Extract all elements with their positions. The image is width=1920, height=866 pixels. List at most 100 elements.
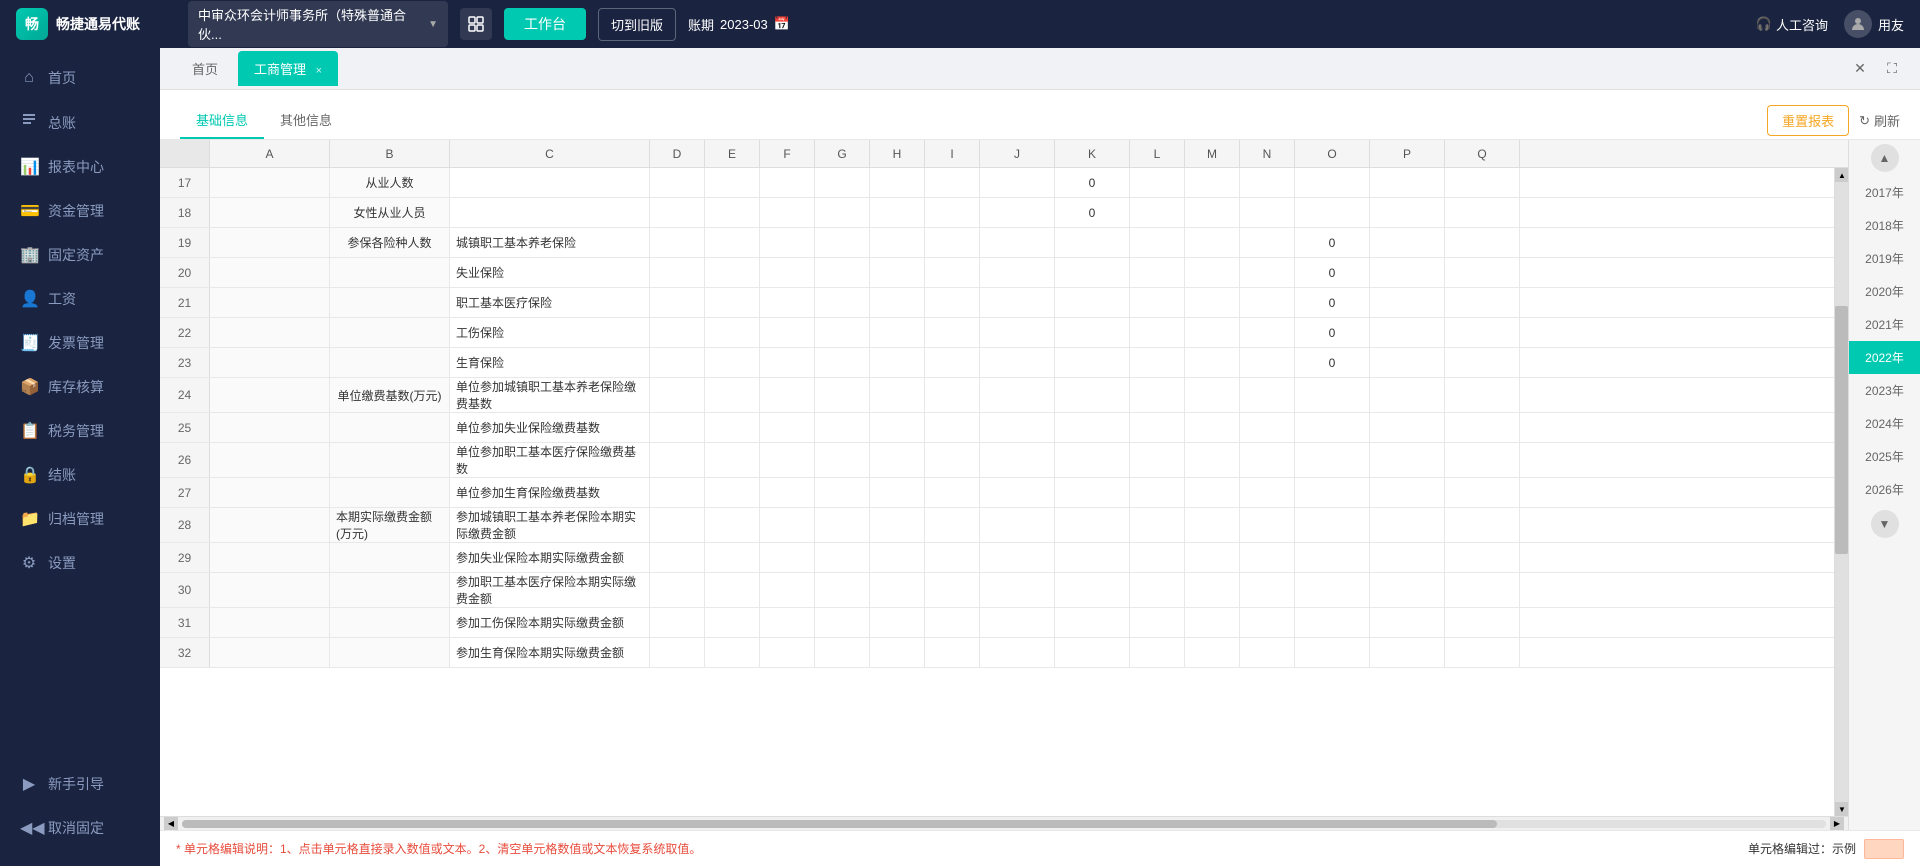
cell-23-C[interactable]: 生育保险 bbox=[450, 348, 650, 377]
cell-32-E[interactable] bbox=[705, 638, 760, 667]
sub-tab-other[interactable]: 其他信息 bbox=[264, 102, 348, 139]
cell-25-F[interactable] bbox=[760, 413, 815, 442]
cell-17-N[interactable] bbox=[1240, 168, 1295, 197]
cell-22-L[interactable] bbox=[1130, 318, 1185, 347]
cell-21-K[interactable] bbox=[1055, 288, 1130, 317]
cell-21-M[interactable] bbox=[1185, 288, 1240, 317]
year-item-2019[interactable]: 2019年 bbox=[1849, 242, 1920, 275]
cell-21-N[interactable] bbox=[1240, 288, 1295, 317]
cell-29-B[interactable] bbox=[330, 543, 450, 572]
sidebar-item-newbie[interactable]: ▶ 新手引导 bbox=[0, 762, 160, 806]
cell-19-P[interactable] bbox=[1370, 228, 1445, 257]
horizontal-scrollbar[interactable]: ◀ ▶ bbox=[160, 816, 1848, 830]
cell-24-N[interactable] bbox=[1240, 378, 1295, 412]
cell-31-F[interactable] bbox=[760, 608, 815, 637]
cell-29-C[interactable]: 参加失业保险本期实际缴费金额 bbox=[450, 543, 650, 572]
cell-30-A[interactable] bbox=[210, 573, 330, 607]
cell-18-C[interactable] bbox=[450, 198, 650, 227]
cell-20-C[interactable]: 失业保险 bbox=[450, 258, 650, 287]
cell-27-J[interactable] bbox=[980, 478, 1055, 507]
cell-27-M[interactable] bbox=[1185, 478, 1240, 507]
cell-18-G[interactable] bbox=[815, 198, 870, 227]
cell-32-L[interactable] bbox=[1130, 638, 1185, 667]
cell-24-D[interactable] bbox=[650, 378, 705, 412]
cell-25-K[interactable] bbox=[1055, 413, 1130, 442]
cell-21-A[interactable] bbox=[210, 288, 330, 317]
cell-22-E[interactable] bbox=[705, 318, 760, 347]
cell-21-Q[interactable] bbox=[1445, 288, 1520, 317]
cell-21-F[interactable] bbox=[760, 288, 815, 317]
year-scroll-up-btn[interactable]: ▲ bbox=[1871, 144, 1899, 172]
cell-24-A[interactable] bbox=[210, 378, 330, 412]
cell-19-M[interactable] bbox=[1185, 228, 1240, 257]
sidebar-item-inventory[interactable]: 📦 库存核算 bbox=[0, 365, 160, 409]
cell-28-I[interactable] bbox=[925, 508, 980, 542]
year-item-2026[interactable]: 2026年 bbox=[1849, 473, 1920, 506]
cell-19-B[interactable]: 参保各险种人数 bbox=[330, 228, 450, 257]
cell-28-D[interactable] bbox=[650, 508, 705, 542]
cell-29-D[interactable] bbox=[650, 543, 705, 572]
scroll-right-btn[interactable]: ▶ bbox=[1830, 817, 1844, 831]
cell-26-O[interactable] bbox=[1295, 443, 1370, 477]
cell-29-K[interactable] bbox=[1055, 543, 1130, 572]
vertical-scrollbar[interactable]: ▲ ▼ bbox=[1834, 168, 1848, 816]
cell-27-O[interactable] bbox=[1295, 478, 1370, 507]
cell-22-H[interactable] bbox=[870, 318, 925, 347]
refresh-button[interactable]: ↻ 刷新 bbox=[1859, 111, 1900, 130]
cell-31-H[interactable] bbox=[870, 608, 925, 637]
cell-27-B[interactable] bbox=[330, 478, 450, 507]
switch-version-button[interactable]: 切到旧版 bbox=[598, 8, 676, 41]
cell-25-I[interactable] bbox=[925, 413, 980, 442]
cell-26-A[interactable] bbox=[210, 443, 330, 477]
cell-17-E[interactable] bbox=[705, 168, 760, 197]
cell-24-B[interactable]: 单位缴费基数(万元) bbox=[330, 378, 450, 412]
cell-25-L[interactable] bbox=[1130, 413, 1185, 442]
consult-button[interactable]: 🎧 人工咨询 bbox=[1756, 15, 1828, 34]
cell-27-G[interactable] bbox=[815, 478, 870, 507]
cell-19-N[interactable] bbox=[1240, 228, 1295, 257]
cell-31-E[interactable] bbox=[705, 608, 760, 637]
cell-26-F[interactable] bbox=[760, 443, 815, 477]
cell-21-P[interactable] bbox=[1370, 288, 1445, 317]
cell-22-F[interactable] bbox=[760, 318, 815, 347]
cell-25-C[interactable]: 单位参加失业保险缴费基数 bbox=[450, 413, 650, 442]
cell-28-H[interactable] bbox=[870, 508, 925, 542]
cell-27-P[interactable] bbox=[1370, 478, 1445, 507]
cell-26-M[interactable] bbox=[1185, 443, 1240, 477]
cell-28-N[interactable] bbox=[1240, 508, 1295, 542]
cell-28-M[interactable] bbox=[1185, 508, 1240, 542]
cell-20-O[interactable]: 0 bbox=[1295, 258, 1370, 287]
h-scroll-track[interactable] bbox=[182, 820, 1826, 828]
cell-30-N[interactable] bbox=[1240, 573, 1295, 607]
cell-22-G[interactable] bbox=[815, 318, 870, 347]
cell-29-Q[interactable] bbox=[1445, 543, 1520, 572]
cell-23-L[interactable] bbox=[1130, 348, 1185, 377]
cell-31-M[interactable] bbox=[1185, 608, 1240, 637]
cell-27-C[interactable]: 单位参加生育保险缴费基数 bbox=[450, 478, 650, 507]
cell-17-O[interactable] bbox=[1295, 168, 1370, 197]
cell-21-D[interactable] bbox=[650, 288, 705, 317]
cell-24-Q[interactable] bbox=[1445, 378, 1520, 412]
company-selector[interactable]: 中审众环会计师事务所（特殊普通合伙... ▼ bbox=[188, 1, 448, 47]
cell-32-H[interactable] bbox=[870, 638, 925, 667]
cell-31-Q[interactable] bbox=[1445, 608, 1520, 637]
maximize-window-btn[interactable]: ⛶ bbox=[1880, 57, 1904, 81]
cell-30-P[interactable] bbox=[1370, 573, 1445, 607]
cell-17-P[interactable] bbox=[1370, 168, 1445, 197]
user-area[interactable]: 用友 bbox=[1844, 10, 1904, 38]
cell-28-K[interactable] bbox=[1055, 508, 1130, 542]
cell-26-P[interactable] bbox=[1370, 443, 1445, 477]
cell-17-M[interactable] bbox=[1185, 168, 1240, 197]
workbench-button[interactable]: 工作台 bbox=[504, 8, 586, 40]
year-item-2017[interactable]: 2017年 bbox=[1849, 176, 1920, 209]
cell-20-F[interactable] bbox=[760, 258, 815, 287]
cell-18-J[interactable] bbox=[980, 198, 1055, 227]
year-item-2021[interactable]: 2021年 bbox=[1849, 308, 1920, 341]
tab-industry[interactable]: 工商管理 × bbox=[238, 51, 338, 86]
year-item-2018[interactable]: 2018年 bbox=[1849, 209, 1920, 242]
cell-25-B[interactable] bbox=[330, 413, 450, 442]
cell-20-B[interactable] bbox=[330, 258, 450, 287]
scroll-thumb[interactable] bbox=[1835, 306, 1848, 554]
cell-17-F[interactable] bbox=[760, 168, 815, 197]
cell-24-L[interactable] bbox=[1130, 378, 1185, 412]
